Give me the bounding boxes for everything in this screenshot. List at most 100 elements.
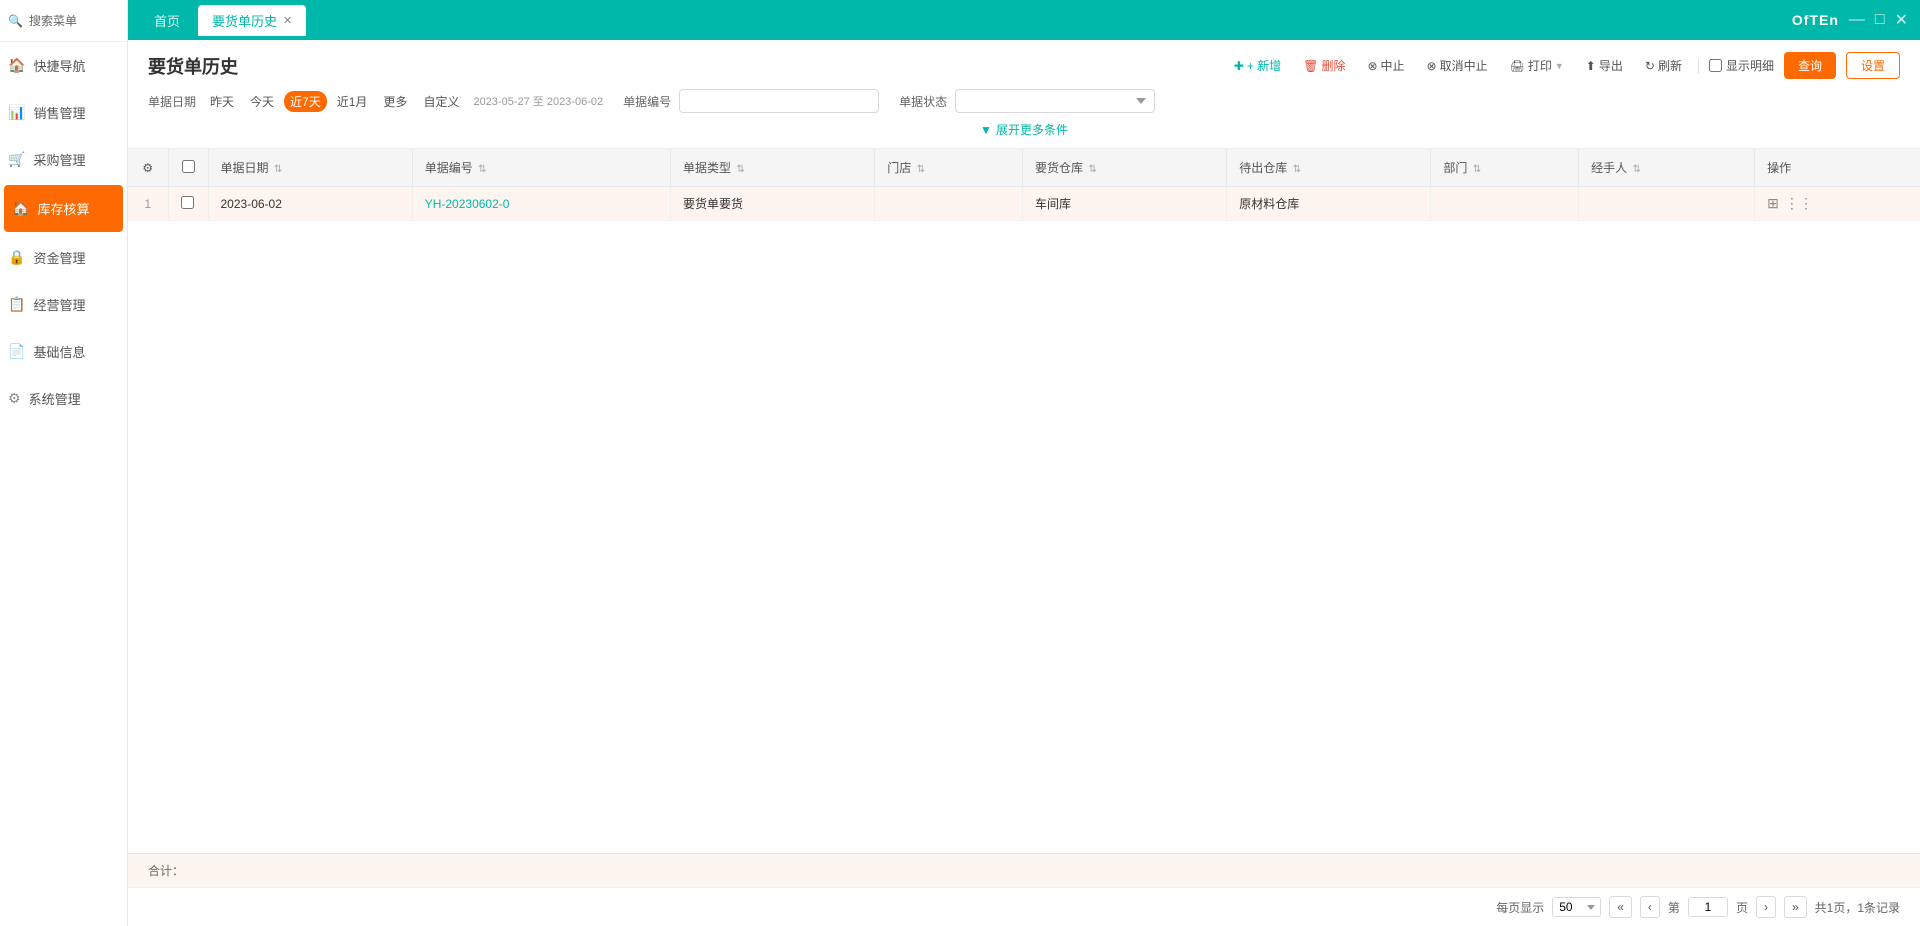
row-handler	[1579, 187, 1755, 221]
page-title: 要货单历史	[148, 53, 238, 79]
next-page-button[interactable]: ›	[1756, 896, 1776, 918]
cancel-stop-label: 取消中止	[1440, 57, 1488, 74]
sidebar-item-operation[interactable]: 📋 经营管理	[0, 281, 127, 328]
date-btn-yesterday[interactable]: 昨天	[204, 91, 240, 112]
row-actions: ⊞ ⋮⋮	[1767, 195, 1908, 212]
pagination: 每页显示 50 10 20 100 « ‹ 第 页 › » 共1页，1条记录	[128, 887, 1920, 926]
print-dropdown-icon: ▼	[1555, 61, 1564, 71]
sidebar-item-basic[interactable]: 📄 基础信息	[0, 328, 127, 375]
toolbar-divider	[1698, 59, 1699, 73]
th-check[interactable]	[168, 149, 208, 187]
first-page-button[interactable]: «	[1609, 896, 1632, 918]
row-view-icon[interactable]: ⊞	[1767, 195, 1779, 212]
th-req-warehouse-label: 要货仓库	[1035, 161, 1083, 175]
row-actions-cell: ⊞ ⋮⋮	[1755, 187, 1920, 221]
stop-label: 中止	[1381, 57, 1405, 74]
th-bill-type: 单据类型 ⇅	[671, 149, 875, 187]
sort-handler-icon[interactable]: ⇅	[1633, 164, 1641, 175]
sidebar-search-label: 搜索菜单	[29, 12, 77, 29]
sidebar-item-label: 采购管理	[33, 150, 85, 169]
row-req-warehouse: 车间库	[1022, 187, 1226, 221]
sidebar-item-label: 销售管理	[33, 103, 85, 122]
expand-more-button[interactable]: ▼ 展开更多条件	[148, 121, 1900, 138]
page-size-select[interactable]: 50 10 20 100	[1552, 897, 1601, 917]
tab-history-label: 要货单历史	[212, 11, 277, 30]
sidebar-item-purchase[interactable]: 🛒 采购管理	[0, 136, 127, 183]
select-all-checkbox[interactable]	[182, 160, 195, 173]
brand-text: OfTEn	[1792, 12, 1839, 28]
sort-department-icon[interactable]: ⇅	[1473, 164, 1481, 175]
delete-button[interactable]: 🗑 删除	[1297, 53, 1351, 78]
maximize-icon[interactable]: □	[1875, 11, 1885, 29]
bill-status-label: 单据状态	[899, 93, 947, 110]
date-btn-custom[interactable]: 自定义	[417, 91, 465, 112]
data-table: ⚙ 单据日期 ⇅ 单据编号 ⇅ 单据类型	[128, 149, 1920, 221]
row-more-icon[interactable]: ⋮⋮	[1785, 195, 1813, 212]
sort-pending-warehouse-icon[interactable]: ⇅	[1293, 164, 1301, 175]
new-icon: ✚	[1234, 59, 1244, 73]
sort-req-warehouse-icon[interactable]: ⇅	[1088, 164, 1096, 175]
sort-bill-type-icon[interactable]: ⇅	[736, 164, 744, 175]
expand-label: 展开更多条件	[996, 121, 1068, 138]
bill-no-input[interactable]	[679, 89, 879, 113]
sidebar-item-system[interactable]: ⚙ 系统管理	[0, 375, 127, 422]
th-store-label: 门店	[887, 161, 911, 175]
export-label: 导出	[1599, 57, 1623, 74]
topbar: 首页 要货单历史 ✕ OfTEn — □ ✕	[128, 0, 1920, 40]
row-checkbox[interactable]	[181, 196, 194, 209]
warehouse-icon: 🏠	[12, 200, 29, 217]
show-detail-checkbox[interactable]: 显示明细	[1709, 57, 1774, 74]
sidebar-item-quick-nav[interactable]: 🏠 快捷导航	[0, 42, 127, 89]
row-bill-no: YH-20230602-0	[412, 187, 670, 221]
date-btn-more[interactable]: 更多	[377, 91, 413, 112]
stop-button[interactable]: ⊗ 中止	[1361, 53, 1410, 78]
sort-bill-no-icon[interactable]: ⇅	[478, 164, 486, 175]
page-number-input[interactable]	[1688, 897, 1728, 917]
sidebar-search[interactable]: 🔍 搜索菜单	[0, 0, 127, 42]
sort-date-icon[interactable]: ⇅	[274, 164, 282, 175]
minimize-icon[interactable]: —	[1849, 11, 1865, 29]
tab-history[interactable]: 要货单历史 ✕	[198, 5, 306, 36]
th-department: 部门 ⇅	[1431, 149, 1579, 187]
filter-row-1: 单据日期 昨天 今天 近7天 近1月 更多 自定义 2023-05-27 至 2…	[148, 89, 1900, 113]
date-range-display: 2023-05-27 至 2023-06-02	[473, 93, 603, 109]
query-button[interactable]: 查询	[1784, 52, 1836, 79]
search-icon: 🔍	[8, 14, 23, 28]
show-detail-input[interactable]	[1709, 59, 1722, 72]
sidebar-item-finance[interactable]: 🔒 资金管理	[0, 234, 127, 281]
tab-close-icon[interactable]: ✕	[283, 14, 292, 27]
sort-store-icon[interactable]: ⇅	[917, 164, 925, 175]
date-btn-today[interactable]: 今天	[244, 91, 280, 112]
refresh-label: 刷新	[1658, 57, 1682, 74]
settings-button[interactable]: 设置	[1846, 52, 1900, 79]
refresh-button[interactable]: ↻ 刷新	[1639, 53, 1688, 78]
bill-status-select[interactable]	[955, 89, 1155, 113]
new-button[interactable]: ✚ + 新增	[1228, 53, 1287, 78]
last-page-button[interactable]: »	[1784, 896, 1807, 918]
page-total: 共1页，1条记录	[1815, 899, 1900, 916]
table-header-row: ⚙ 单据日期 ⇅ 单据编号 ⇅ 单据类型	[128, 149, 1920, 187]
main-area: 首页 要货单历史 ✕ OfTEn — □ ✕ 要货单历史 ✚ + 新增 🗑	[128, 0, 1920, 926]
cancel-stop-button[interactable]: ⊗ 取消中止	[1421, 53, 1494, 78]
row-check[interactable]	[168, 187, 208, 221]
date-btn-7days[interactable]: 近7天	[284, 91, 327, 112]
th-req-warehouse: 要货仓库 ⇅	[1022, 149, 1226, 187]
refresh-icon: ↻	[1645, 59, 1655, 73]
close-window-icon[interactable]: ✕	[1895, 10, 1908, 30]
date-filter-group: 单据日期 昨天 今天 近7天 近1月 更多 自定义 2023-05-27 至 2…	[148, 91, 603, 112]
bill-no-link[interactable]: YH-20230602-0	[425, 197, 510, 211]
date-btn-1month[interactable]: 近1月	[331, 91, 374, 112]
sidebar-item-sales[interactable]: 📊 销售管理	[0, 89, 127, 136]
tab-home[interactable]: 首页	[140, 5, 194, 36]
page-label-after: 页	[1736, 899, 1748, 916]
sidebar-item-inventory[interactable]: 🏠 库存核算	[4, 185, 123, 232]
clipboard-icon: 📋	[8, 296, 25, 313]
prev-page-button[interactable]: ‹	[1640, 896, 1660, 918]
toolbar: ✚ + 新增 🗑 删除 ⊗ 中止 ⊗ 取消中止 🖨 打印	[1228, 52, 1900, 79]
home-icon: 🏠	[8, 57, 25, 74]
sidebar-item-label: 资金管理	[33, 248, 85, 267]
export-button[interactable]: ⬆ 导出	[1580, 53, 1629, 78]
bill-no-label: 单据编号	[623, 93, 671, 110]
th-settings[interactable]: ⚙	[128, 149, 168, 187]
print-button[interactable]: 🖨 打印 ▼	[1504, 53, 1570, 78]
